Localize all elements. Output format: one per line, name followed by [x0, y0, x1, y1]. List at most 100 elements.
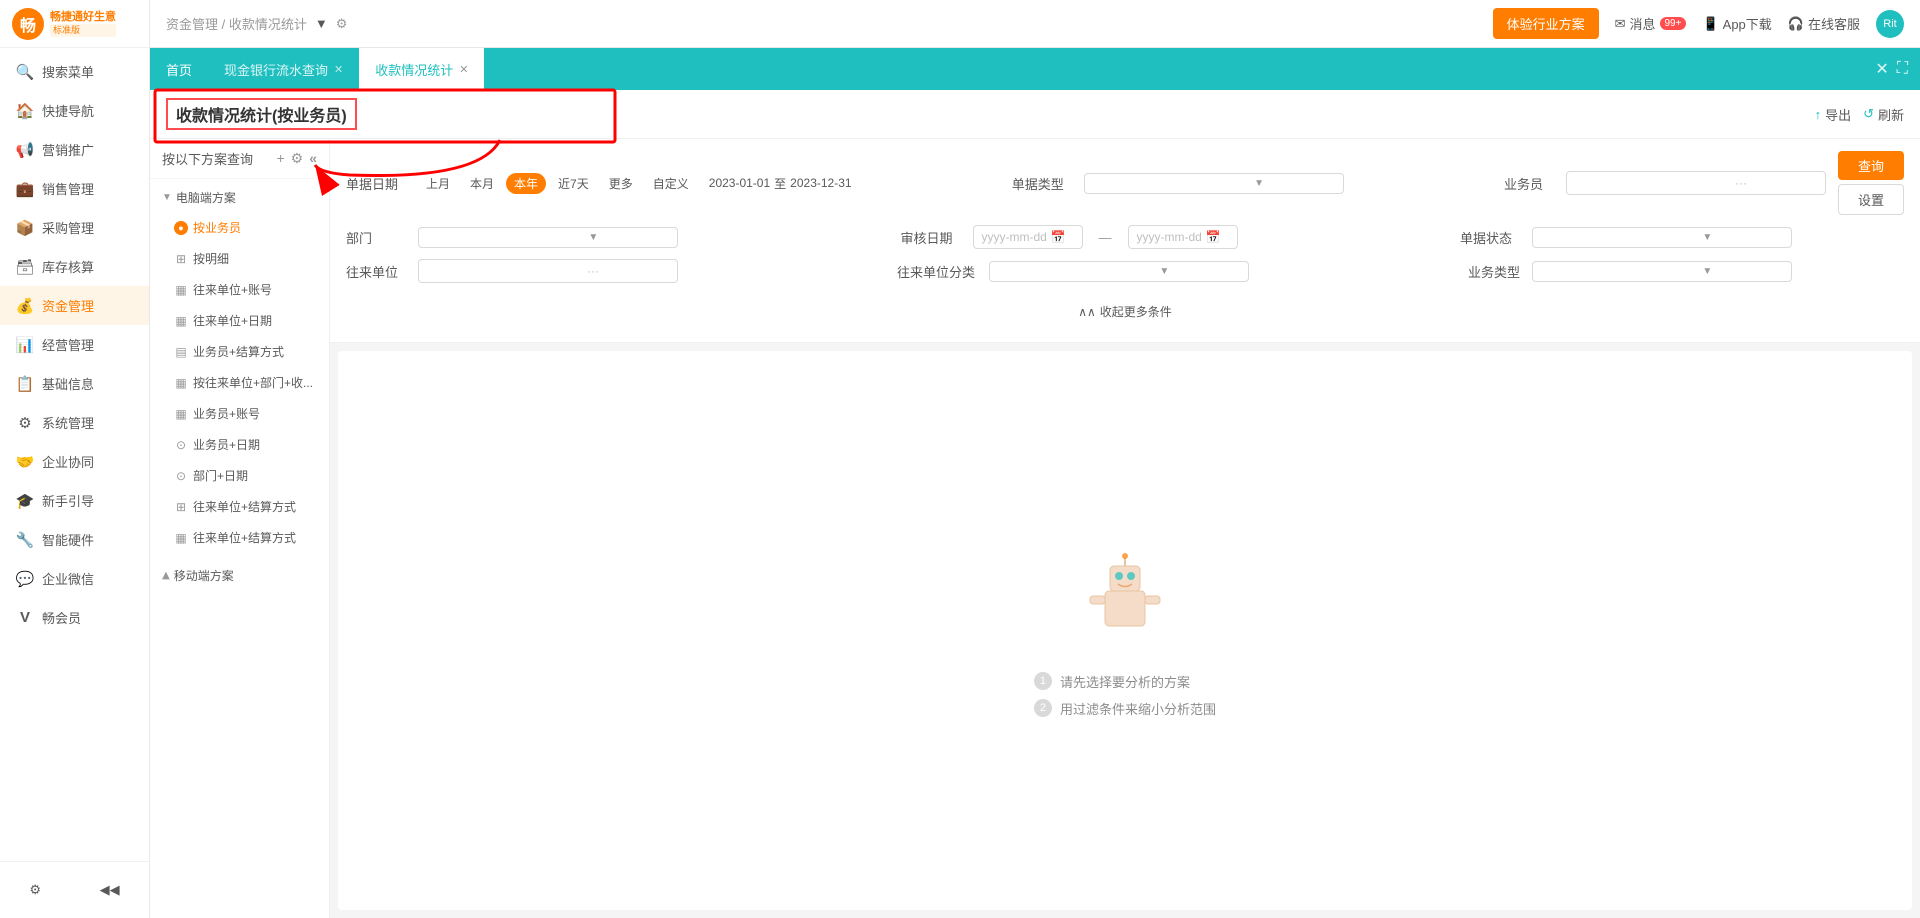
trial-btn[interactable]: 体验行业方案 [1493, 8, 1599, 39]
gear-icon[interactable]: ⚙ [336, 16, 348, 32]
sidebar-item-marketing[interactable]: 📢 营销推广 [0, 130, 149, 169]
empty-tip-1: 1 请先选择要分析的方案 [1034, 672, 1216, 691]
chevron-down-icon: ▼ [1702, 266, 1783, 277]
audit-date-start-value: yyyy-mm-dd [982, 230, 1047, 244]
user-avatar[interactable]: Rit [1876, 10, 1904, 38]
refresh-icon: ↺ [1863, 106, 1874, 122]
doc-status-select[interactable]: ▼ [1532, 227, 1792, 248]
tip-text-1: 请先选择要分析的方案 [1060, 672, 1190, 691]
message-btn[interactable]: ✉ 消息 99+ [1615, 14, 1687, 33]
sidebar-collapse-btn[interactable]: ◀◀ [84, 874, 136, 906]
desktop-section-title[interactable]: ▼ 电脑端方案 [150, 183, 329, 212]
partner-select[interactable]: ··· [418, 259, 678, 283]
sidebar-item-inventory[interactable]: 🗃 库存核算 [0, 247, 149, 286]
export-btn[interactable]: ↑ 导出 [1815, 105, 1852, 124]
filter-row-date: 单据日期 上月 本月 本年 近7天 更多 自定义 2023-01-01 至 [346, 151, 1904, 215]
doc-type-label: 单据类型 [1012, 174, 1072, 193]
sidebar-item-label: 采购管理 [42, 218, 94, 237]
query-btn[interactable]: 查询 [1838, 151, 1904, 180]
scheme-item-label: 部门+日期 [193, 467, 248, 484]
sidebar-item-label: 快捷导航 [42, 101, 94, 120]
date-tab-last-month[interactable]: 上月 [418, 173, 458, 194]
date-label: 单据日期 [346, 174, 406, 193]
clock-icon: ⊙ [174, 438, 188, 452]
sidebar-item-wechat[interactable]: 💬 企业微信 [0, 559, 149, 598]
chevron-down-icon: ▼ [1702, 232, 1783, 243]
more-icon[interactable]: ··· [587, 264, 665, 278]
doc-type-select[interactable]: ▼ [1084, 173, 1344, 194]
tab-close-all-btn[interactable]: ✕ [1875, 59, 1888, 79]
sidebar-item-hardware[interactable]: 🔧 智能硬件 [0, 520, 149, 559]
scheme-item-label: 业务员+结算方式 [193, 343, 284, 360]
date-tab-custom[interactable]: 自定义 [645, 173, 697, 194]
tab-receipt-stats[interactable]: 收款情况统计 ✕ [359, 48, 484, 90]
service-icon: 🎧 [1788, 16, 1804, 32]
sidebar-item-system[interactable]: ⚙ 系统管理 [0, 403, 149, 442]
scheme-item-label: 业务员+日期 [193, 436, 260, 453]
audit-date-end-input[interactable]: yyyy-mm-dd 📅 [1128, 225, 1238, 249]
scheme-item-by-salesman[interactable]: ● 按业务员 [150, 212, 329, 243]
sidebar-item-purchase[interactable]: 📦 采购管理 [0, 208, 149, 247]
date-tab-more[interactable]: 更多 [601, 173, 641, 194]
settings-btn[interactable]: 设置 [1838, 184, 1904, 215]
mobile-section-title[interactable]: ▶ 移动端方案 [150, 561, 329, 590]
chevron-down-icon: ▼ [1254, 178, 1335, 189]
logo-area: 畅 畅捷通好生意 标准版 [0, 0, 149, 48]
refresh-btn[interactable]: ↺ 刷新 [1863, 105, 1904, 124]
scheme-item-partner-settle1[interactable]: ⊞ 往来单位+结算方式 [150, 491, 329, 522]
sidebar-item-sales[interactable]: 💼 销售管理 [0, 169, 149, 208]
scheme-item-partner-dept[interactable]: ▦ 按往来单位+部门+收... [150, 367, 329, 398]
scheme-item-partner-date[interactable]: ▦ 往来单位+日期 [150, 305, 329, 336]
sidebar-item-operations[interactable]: 📊 经营管理 [0, 325, 149, 364]
sidebar-item-finance[interactable]: 💰 资金管理 [0, 286, 149, 325]
tab-close-icon[interactable]: ✕ [334, 63, 343, 76]
online-service-btn[interactable]: 🎧 在线客服 [1788, 14, 1860, 33]
sidebar-item-guide[interactable]: 🎓 新手引导 [0, 481, 149, 520]
scheme-item-partner-settle2[interactable]: ▦ 往来单位+结算方式 [150, 522, 329, 553]
date-tab-this-month[interactable]: 本月 [462, 173, 502, 194]
sidebar-item-label: 库存核算 [42, 257, 94, 276]
scheme-item-partner-account[interactable]: ▦ 往来单位+账号 [150, 274, 329, 305]
header-dropdown[interactable]: ▼ [315, 16, 328, 31]
page-content: 收款情况统计(按业务员) ↑ 导出 ↺ 刷新 按以下方案查询 + [150, 90, 1920, 918]
scheme-item-by-detail[interactable]: ⊞ 按明细 [150, 243, 329, 274]
sidebar-item-label: 畅会员 [42, 608, 81, 627]
audit-date-start-input[interactable]: yyyy-mm-dd 📅 [973, 225, 1083, 249]
scheme-item-label: 往来单位+结算方式 [193, 498, 296, 515]
chevron-down-icon: ▼ [1159, 266, 1240, 277]
dept-select[interactable]: ▼ [418, 227, 678, 248]
collapse-panel-btn[interactable]: « [309, 150, 317, 167]
scheme-item-dept-date[interactable]: ⊙ 部门+日期 [150, 460, 329, 491]
app-download-btn[interactable]: 📱 App下载 [1702, 14, 1771, 33]
scheme-item-salesman-date[interactable]: ⊙ 业务员+日期 [150, 429, 329, 460]
sidebar-nav: 🔍 搜索菜单 🏠 快捷导航 📢 营销推广 💼 销售管理 📦 采购管理 🗃 库存核… [0, 48, 149, 861]
collapse-btn[interactable]: ∧∧ 收起更多条件 [1072, 297, 1178, 326]
tip-text-2: 用过滤条件来缩小分析范围 [1060, 699, 1216, 718]
sidebar-item-label: 经营管理 [42, 335, 94, 354]
partner-category-select[interactable]: ▼ [989, 261, 1249, 282]
sidebar-item-search[interactable]: 🔍 搜索菜单 [0, 52, 149, 91]
sidebar-item-basic-info[interactable]: 📋 基础信息 [0, 364, 149, 403]
biz-type-select[interactable]: ▼ [1532, 261, 1792, 282]
logo-icon: 畅 [12, 8, 44, 40]
salesman-select[interactable]: ··· [1566, 171, 1826, 195]
expand-arrow-icon: ▶ [160, 572, 171, 580]
collapse-icon: ∧∧ [1078, 305, 1096, 319]
robot-svg [1075, 546, 1175, 646]
grid-icon: ⊞ [174, 500, 188, 514]
sidebar-item-enterprise[interactable]: 🤝 企业协同 [0, 442, 149, 481]
sidebar-settings-btn[interactable]: ⚙ [13, 874, 57, 906]
tab-close-icon[interactable]: ✕ [459, 63, 468, 76]
tab-bank-flow[interactable]: 现金银行流水查询 ✕ [208, 48, 359, 90]
more-icon[interactable]: ··· [1735, 176, 1813, 190]
sidebar-item-member[interactable]: V 畅会员 [0, 598, 149, 637]
sidebar-item-quick-nav[interactable]: 🏠 快捷导航 [0, 91, 149, 130]
scheme-settings-btn[interactable]: ⚙ [291, 150, 304, 167]
tab-home[interactable]: 首页 [150, 48, 208, 90]
date-tab-7days[interactable]: 近7天 [550, 173, 597, 194]
add-scheme-btn[interactable]: + [276, 150, 284, 167]
scheme-item-salesman-settle[interactable]: ▤ 业务员+结算方式 [150, 336, 329, 367]
tab-expand-btn[interactable]: ⛶ [1897, 60, 1908, 78]
date-tab-this-year[interactable]: 本年 [506, 173, 546, 194]
scheme-item-salesman-account[interactable]: ▦ 业务员+账号 [150, 398, 329, 429]
